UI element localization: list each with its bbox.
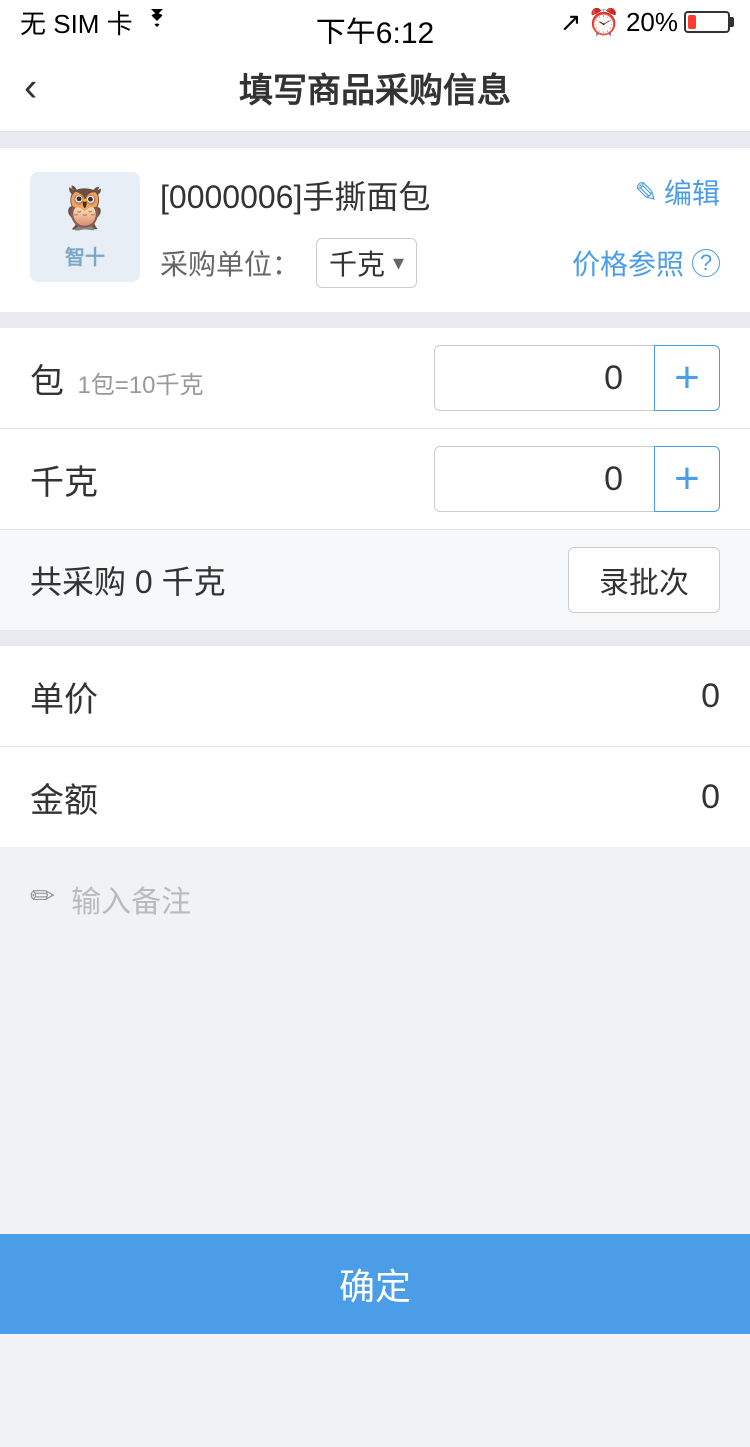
- kg-input[interactable]: [434, 446, 654, 512]
- help-icon: ?: [692, 249, 720, 277]
- kg-plus-button[interactable]: +: [654, 446, 720, 512]
- product-card: 🦉 智十 [0000006]手撕面包 采购单位： 千克 ▾ 价格参照 ? ✎ 编…: [0, 148, 750, 312]
- plus-icon-2: +: [674, 457, 700, 501]
- unit-price-row: 单价 0: [0, 646, 750, 746]
- product-logo-text: 智十: [65, 241, 105, 270]
- unit-value: 千克: [329, 243, 385, 283]
- section-divider: [0, 630, 750, 646]
- kg-row: 千克 +: [0, 429, 750, 529]
- amount-value: 0: [701, 778, 720, 817]
- kg-input-wrap: +: [130, 446, 720, 512]
- batch-button[interactable]: 录批次: [568, 547, 720, 613]
- product-owl-icon: 🦉: [59, 184, 111, 233]
- bag-input-wrap: +: [224, 345, 720, 411]
- bag-label-text: 包: [30, 363, 64, 401]
- bag-input[interactable]: [434, 345, 654, 411]
- battery-icon: [684, 11, 730, 33]
- sim-status: 无 SIM 卡: [20, 4, 133, 41]
- battery-percent: 20%: [626, 7, 678, 38]
- price-ref-label: 价格参照: [572, 243, 684, 283]
- amount-row: 金额 0: [0, 747, 750, 847]
- edit-button[interactable]: ✎ 编辑: [635, 172, 720, 212]
- wifi-icon: [141, 7, 173, 38]
- note-area[interactable]: ✏ 输入备注: [0, 847, 750, 1067]
- status-right: ↗ ⏰ 20%: [560, 7, 730, 38]
- page-title: 填写商品采购信息: [239, 63, 511, 112]
- nav-bar: ‹ 填写商品采购信息: [0, 44, 750, 132]
- location-icon: ↗: [560, 7, 582, 38]
- status-left: 无 SIM 卡: [20, 4, 173, 41]
- mid-divider: [0, 312, 750, 328]
- summary-row: 共采购 0 千克 录批次: [0, 530, 750, 630]
- bag-label: 包 1包=10千克: [30, 354, 204, 403]
- kg-label: 千克: [30, 455, 110, 504]
- unit-label: 采购单位：: [160, 243, 300, 283]
- edit-icon: ✎: [635, 176, 658, 209]
- amount-label: 金额: [30, 773, 98, 822]
- unit-price-label: 单价: [30, 672, 98, 721]
- top-divider: [0, 132, 750, 148]
- confirm-button[interactable]: 确定: [0, 1234, 750, 1334]
- back-icon: ‹: [24, 65, 37, 109]
- unit-select[interactable]: 千克 ▾: [316, 238, 417, 288]
- back-button[interactable]: ‹: [24, 65, 37, 110]
- status-bar: 无 SIM 卡 下午6:12 ↗ ⏰ 20%: [0, 0, 750, 44]
- unit-price-value: 0: [701, 677, 720, 716]
- note-placeholder: 输入备注: [71, 877, 191, 921]
- form-section: 包 1包=10千克 + 千克 + 共采购 0 千克 录批次 单价 0: [0, 328, 750, 847]
- summary-text: 共采购 0 千克: [30, 557, 226, 603]
- bag-row: 包 1包=10千克 +: [0, 328, 750, 428]
- product-image: 🦉 智十: [30, 172, 140, 282]
- bag-plus-button[interactable]: +: [654, 345, 720, 411]
- pencil-icon: ✏: [30, 879, 55, 914]
- plus-icon: +: [674, 356, 700, 400]
- alarm-icon: ⏰: [588, 7, 620, 38]
- chevron-down-icon: ▾: [393, 250, 404, 276]
- bag-sub-text: 1包=10千克: [77, 372, 203, 399]
- edit-label: 编辑: [664, 172, 720, 212]
- price-ref-button[interactable]: 价格参照 ?: [572, 243, 720, 283]
